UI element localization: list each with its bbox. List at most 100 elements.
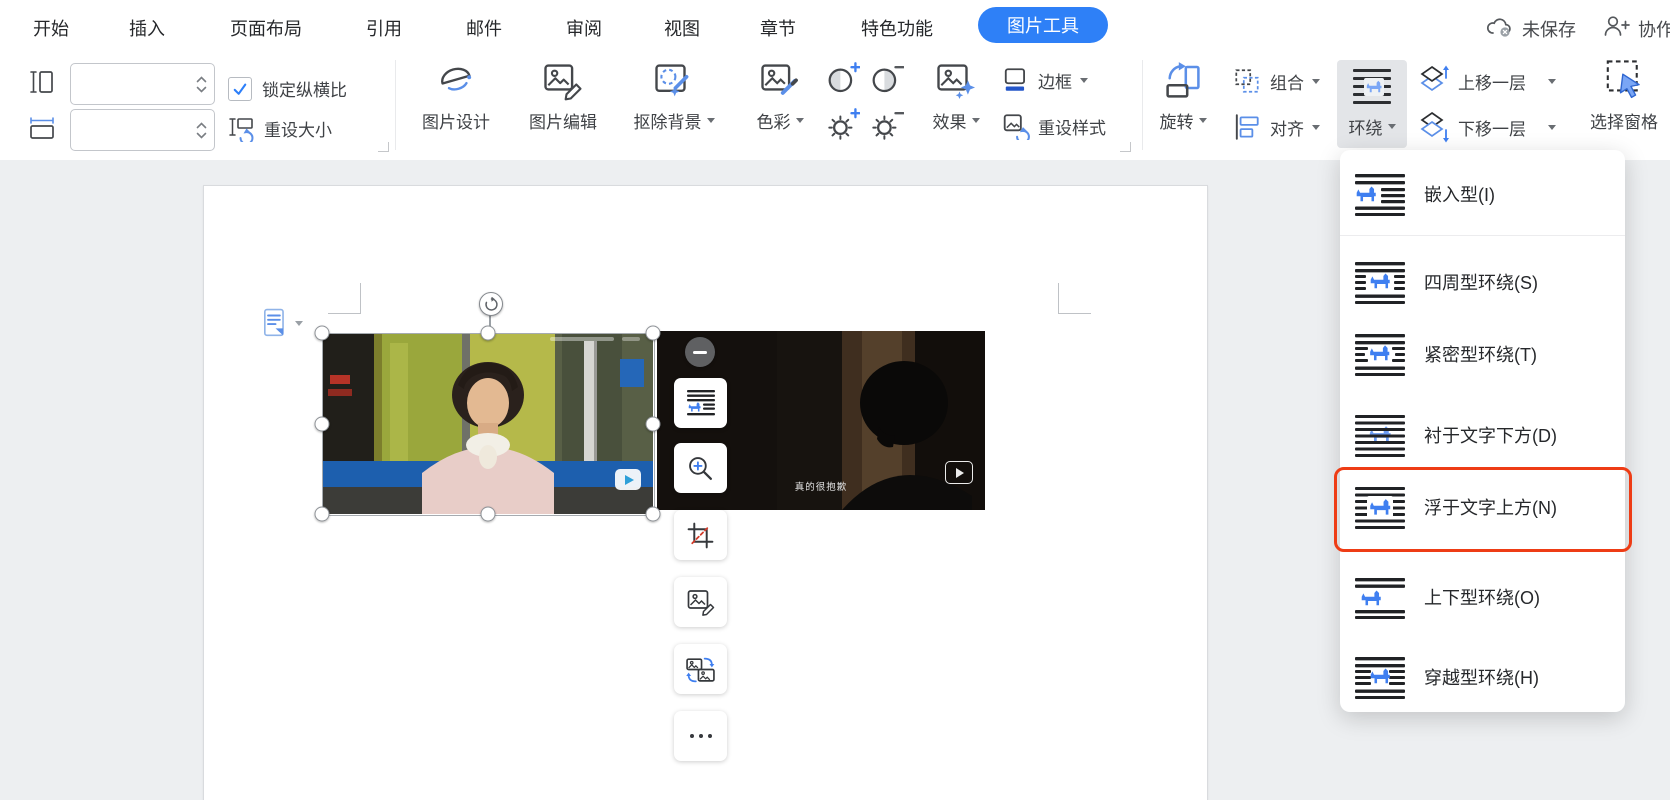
color-caret bbox=[795, 118, 804, 123]
tab-mailings[interactable]: 邮件 bbox=[466, 15, 502, 41]
image-width-icon bbox=[30, 117, 54, 139]
menu-item-top-and-bottom[interactable]: 上下型环绕(O) bbox=[1340, 567, 1625, 627]
float-more-button[interactable] bbox=[674, 711, 727, 761]
float-crop-button[interactable] bbox=[674, 510, 727, 560]
resize-handle-mid-right[interactable] bbox=[645, 416, 661, 432]
menu-item-label: 嵌入型(I) bbox=[1424, 185, 1495, 205]
remove-background-button[interactable]: 抠除背景 bbox=[622, 60, 726, 133]
border-button[interactable]: 边框 bbox=[1002, 66, 1088, 94]
margin-corner-mark-right bbox=[1058, 283, 1091, 314]
rotate-label: 旋转 bbox=[1159, 113, 1194, 132]
group-corner-mark bbox=[378, 142, 389, 152]
selection-outline bbox=[321, 332, 656, 517]
tab-section[interactable]: 章节 bbox=[760, 15, 796, 41]
decrease-brightness-button[interactable] bbox=[870, 108, 905, 147]
picture-edit-button[interactable]: 图片编辑 bbox=[520, 60, 606, 133]
resize-handle-bottom-right[interactable] bbox=[645, 506, 661, 522]
reset-size-button[interactable]: 重设大小 bbox=[226, 114, 332, 142]
selection-pane-button[interactable]: 选择窗格 bbox=[1578, 58, 1670, 133]
rotate-icon bbox=[1166, 62, 1200, 98]
tab-picture-tools[interactable]: 图片工具 bbox=[978, 7, 1108, 43]
cloud-unsaved-icon bbox=[1487, 18, 1511, 37]
picture-design-button[interactable]: 图片设计 bbox=[413, 60, 499, 133]
wps-writer-window: 开始 插入 页面布局 引用 邮件 审阅 视图 章节 特色功能 图片工具 未保存 … bbox=[0, 0, 1670, 800]
increase-contrast-button[interactable] bbox=[826, 62, 861, 101]
rotate-button[interactable]: 旋转 bbox=[1150, 60, 1216, 133]
menu-item-through[interactable]: 穿越型环绕(H) bbox=[1340, 647, 1625, 707]
menu-separator bbox=[1340, 235, 1625, 236]
wrap-button[interactable]: 环绕 bbox=[1337, 60, 1407, 148]
resize-handle-mid-left[interactable] bbox=[314, 416, 330, 432]
width-input[interactable] bbox=[81, 118, 185, 142]
align-caret bbox=[1312, 124, 1320, 130]
align-button[interactable]: 对齐 bbox=[1232, 112, 1320, 142]
resize-handle-top-right[interactable] bbox=[645, 325, 661, 341]
top-bottom-wrap-icon bbox=[1355, 578, 1405, 619]
tab-page-layout[interactable]: 页面布局 bbox=[230, 15, 302, 41]
tab-special-features[interactable]: 特色功能 bbox=[861, 15, 933, 41]
width-field[interactable] bbox=[70, 109, 215, 151]
reset-style-icon bbox=[1003, 114, 1030, 140]
wrap-label: 环绕 bbox=[1348, 119, 1383, 138]
layout-options-button[interactable] bbox=[262, 308, 303, 338]
edit-image-icon bbox=[687, 590, 714, 616]
picture-edit-icon bbox=[544, 64, 582, 101]
collaborate-button[interactable]: 协作 bbox=[1638, 16, 1670, 42]
color-button[interactable]: 色彩 bbox=[744, 60, 816, 133]
reset-style-button[interactable]: 重设样式 bbox=[1002, 112, 1106, 140]
toolbar-collapse-button[interactable] bbox=[685, 337, 715, 367]
resize-handle-bottom-mid[interactable] bbox=[480, 506, 496, 522]
wrap-icon bbox=[1353, 69, 1391, 104]
float-edit-image-button[interactable] bbox=[674, 577, 727, 627]
increase-brightness-button[interactable] bbox=[826, 108, 861, 147]
tab-home[interactable]: 开始 bbox=[33, 15, 69, 41]
square-wrap-icon bbox=[1355, 262, 1405, 304]
rotation-handle[interactable] bbox=[479, 292, 503, 316]
layout-options-caret bbox=[295, 320, 303, 326]
menu-item-label: 紧密型环绕(T) bbox=[1424, 345, 1537, 365]
tab-view[interactable]: 视图 bbox=[664, 15, 700, 41]
menu-item-in-front-of-text[interactable]: 浮于文字上方(N) bbox=[1340, 477, 1625, 537]
effects-button[interactable]: 效果 bbox=[920, 60, 992, 133]
menu-item-label: 衬于文字下方(D) bbox=[1424, 426, 1557, 446]
menu-item-inline[interactable]: 嵌入型(I) bbox=[1340, 164, 1625, 224]
reset-style-label: 重设样式 bbox=[1038, 118, 1106, 138]
tab-references[interactable]: 引用 bbox=[366, 15, 402, 41]
bring-forward-label: 上移一层 bbox=[1458, 73, 1526, 93]
height-stepper[interactable] bbox=[196, 75, 207, 93]
remove-background-label: 抠除背景 bbox=[633, 113, 702, 132]
save-status[interactable]: 未保存 bbox=[1522, 16, 1576, 42]
ribbon-divider bbox=[1142, 60, 1143, 150]
menu-item-square[interactable]: 四周型环绕(S) bbox=[1340, 252, 1625, 312]
group-button[interactable]: 组合 bbox=[1232, 66, 1320, 96]
resize-handle-bottom-left[interactable] bbox=[314, 506, 330, 522]
wrap-caret bbox=[1387, 124, 1396, 129]
increase-contrast-icon bbox=[828, 62, 861, 93]
lock-aspect-checkbox[interactable] bbox=[228, 76, 252, 101]
picture-design-label: 图片设计 bbox=[422, 113, 490, 132]
bring-forward-button[interactable]: 上移一层 bbox=[1418, 64, 1556, 98]
resize-handle-top-mid[interactable] bbox=[480, 325, 496, 341]
color-icon bbox=[761, 64, 798, 95]
height-field[interactable] bbox=[70, 63, 215, 105]
resize-handle-top-left[interactable] bbox=[314, 325, 330, 341]
menu-item-behind-text[interactable]: 衬于文字下方(D) bbox=[1340, 405, 1625, 465]
send-backward-label: 下移一层 bbox=[1458, 119, 1526, 139]
border-caret bbox=[1080, 77, 1088, 83]
height-input[interactable] bbox=[81, 72, 185, 96]
float-wrap-button[interactable] bbox=[674, 378, 727, 428]
tab-review[interactable]: 审阅 bbox=[566, 15, 602, 41]
tight-wrap-icon bbox=[1355, 334, 1405, 376]
lock-aspect-ratio-option[interactable]: 锁定纵横比 bbox=[228, 76, 347, 101]
width-stepper[interactable] bbox=[196, 121, 207, 139]
replace-image-icon bbox=[686, 657, 715, 682]
float-zoom-button[interactable] bbox=[674, 443, 727, 493]
menu-item-tight[interactable]: 紧密型环绕(T) bbox=[1340, 324, 1625, 384]
float-replace-image-button[interactable] bbox=[674, 644, 727, 694]
send-backward-caret bbox=[1548, 124, 1556, 130]
border-label: 边框 bbox=[1038, 72, 1072, 92]
tab-insert[interactable]: 插入 bbox=[129, 15, 165, 41]
send-backward-button[interactable]: 下移一层 bbox=[1418, 110, 1556, 144]
rotate-arrow-icon bbox=[484, 296, 498, 311]
decrease-contrast-button[interactable] bbox=[870, 62, 905, 101]
